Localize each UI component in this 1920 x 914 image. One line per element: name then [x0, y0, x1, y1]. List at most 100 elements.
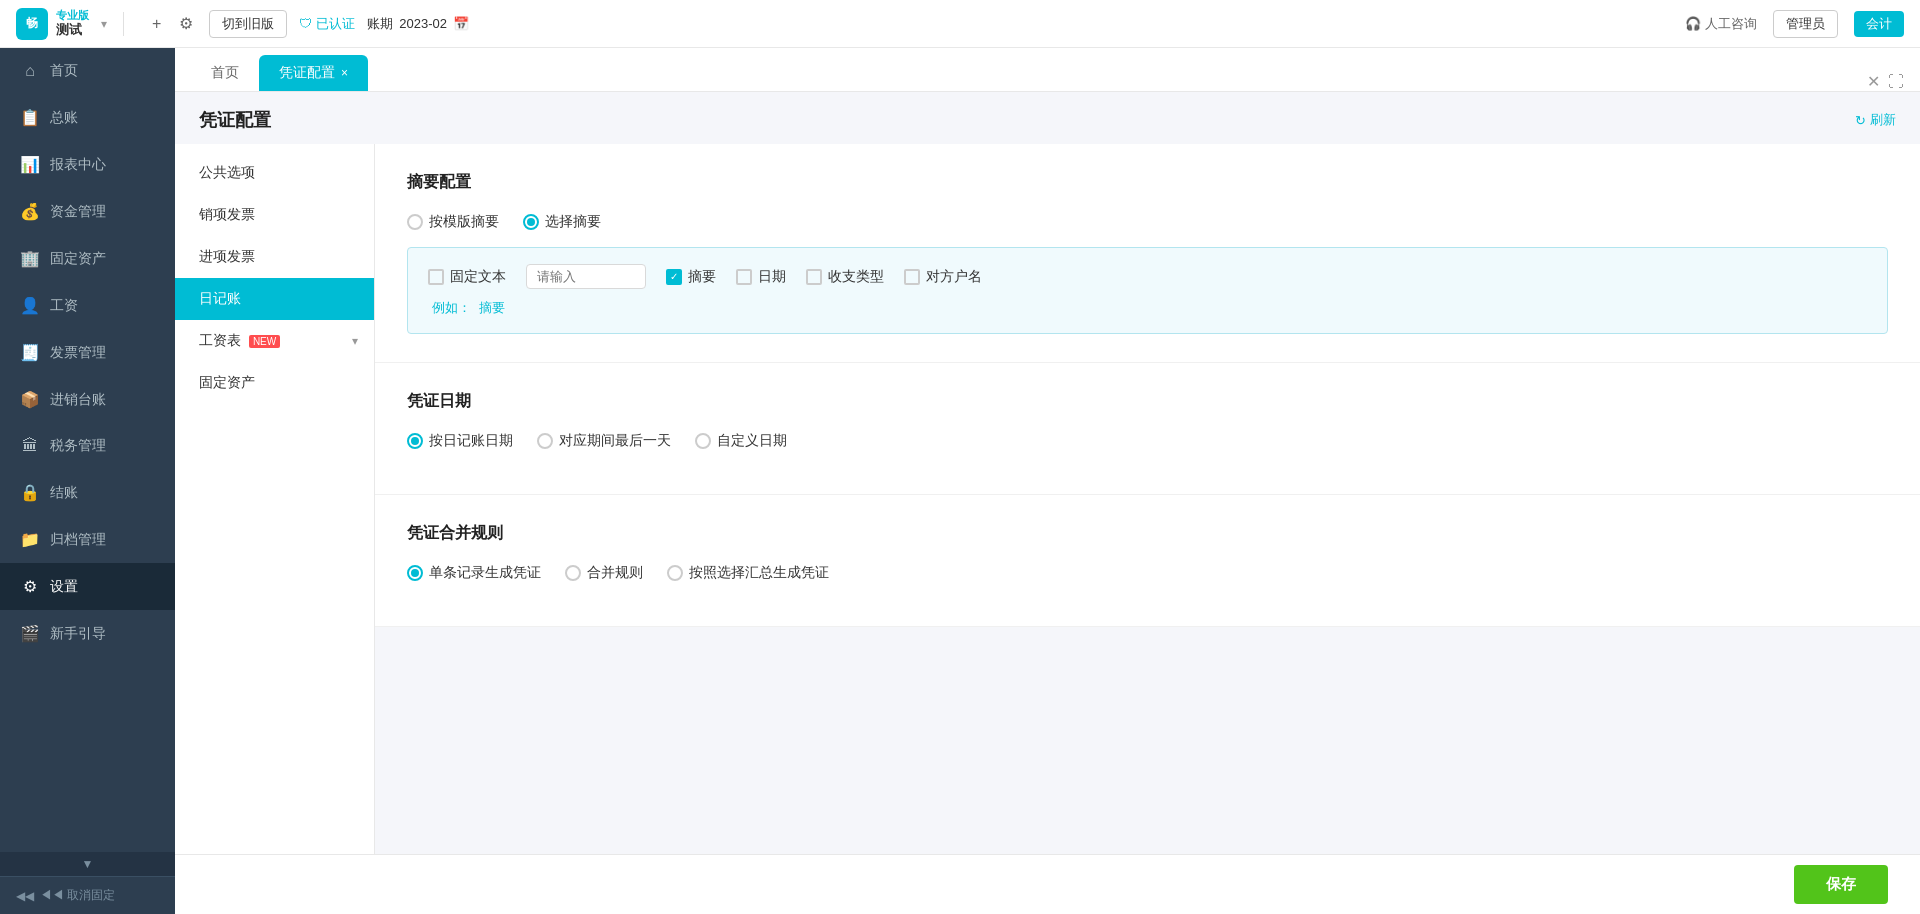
sidebar-item-invoice[interactable]: 🧾 发票管理: [0, 329, 175, 376]
config-nav-sales[interactable]: 销项发票: [175, 194, 374, 236]
merge-radio-group: 单条记录生成凭证 合并规则 按照选择汇总生成凭证: [407, 564, 1888, 582]
tab-close-icon[interactable]: ×: [341, 66, 348, 80]
config-nav-public[interactable]: 公共选项: [175, 152, 374, 194]
radio-template[interactable]: 按模版摘要: [407, 213, 499, 231]
checkbox-fixed-text[interactable]: 固定文本: [428, 268, 506, 286]
checkbox-income-type-box: [806, 269, 822, 285]
checkbox-date[interactable]: 日期: [736, 268, 786, 286]
radio-single[interactable]: 单条记录生成凭证: [407, 564, 541, 582]
sidebar-item-label: 报表中心: [50, 156, 106, 174]
example-text: 例如： 摘要: [428, 299, 1867, 317]
radio-select[interactable]: 选择摘要: [523, 213, 601, 231]
certified-text: 已认证: [316, 15, 355, 33]
sidebar-scroll-down[interactable]: ▼: [0, 852, 175, 876]
tax-icon: 🏛: [20, 437, 40, 455]
refresh-icon: ↻: [1855, 113, 1866, 128]
page-title: 凭证配置: [199, 108, 271, 132]
sidebar-item-label: 固定资产: [50, 250, 106, 268]
consult-button[interactable]: 🎧 人工咨询: [1685, 15, 1757, 33]
sidebar-item-reports[interactable]: 📊 报表中心: [0, 141, 175, 188]
radio-merge-rule-circle: [565, 565, 581, 581]
merge-title: 凭证合并规则: [407, 523, 1888, 544]
save-button[interactable]: 保存: [1794, 865, 1888, 904]
radio-select-merge[interactable]: 按照选择汇总生成凭证: [667, 564, 829, 582]
checkbox-fixed-text-box: [428, 269, 444, 285]
sidebar-item-capital[interactable]: 💰 资金管理: [0, 188, 175, 235]
settings-button[interactable]: ⚙: [175, 10, 197, 37]
tab-home-label: 首页: [211, 64, 239, 82]
switch-old-version-button[interactable]: 切到旧版: [209, 10, 287, 38]
fixed-text-input[interactable]: [526, 264, 646, 289]
config-main: 摘要配置 按模版摘要 选择摘要: [375, 144, 1920, 854]
radio-custom-date[interactable]: 自定义日期: [695, 432, 787, 450]
period-value: 2023-02: [399, 16, 447, 31]
checkbox-counterpart-label: 对方户名: [926, 268, 982, 286]
sidebar-item-assets[interactable]: 🏢 固定资产: [0, 235, 175, 282]
summary-sub-options: 固定文本 摘要 日期: [407, 247, 1888, 334]
config-nav-fixed-assets[interactable]: 固定资产: [175, 362, 374, 404]
topbar-divider1: [123, 12, 124, 36]
add-button[interactable]: +: [148, 11, 165, 37]
page-content: 凭证配置 ↻ 刷新 公共选项 销项发票 进项发票: [175, 92, 1920, 914]
tab-bar-right: ✕ ⛶: [1867, 72, 1904, 91]
config-nav-payroll[interactable]: 工资表 NEW ▾: [175, 320, 374, 362]
summary-title: 摘要配置: [407, 172, 1888, 193]
sidebar: ⌂ 首页 📋 总账 📊 报表中心 💰 资金管理 🏢 固定资产 👤 工资: [0, 48, 175, 914]
sidebar-item-ledger[interactable]: 📋 总账: [0, 94, 175, 141]
new-badge: NEW: [249, 335, 280, 348]
company-chevron[interactable]: ▾: [101, 17, 107, 31]
example-prefix: 例如：: [432, 300, 471, 315]
checkbox-income-type[interactable]: 收支类型: [806, 268, 884, 286]
role-button[interactable]: 会计: [1854, 11, 1904, 37]
radio-template-circle: [407, 214, 423, 230]
radio-select-merge-label: 按照选择汇总生成凭证: [689, 564, 829, 582]
checkbox-fixed-text-label: 固定文本: [450, 268, 506, 286]
sidebar-item-close[interactable]: 🔒 结账: [0, 469, 175, 516]
checkbox-counterpart[interactable]: 对方户名: [904, 268, 982, 286]
calendar-icon[interactable]: 📅: [453, 16, 469, 31]
radio-journal-date-circle: [407, 433, 423, 449]
summary-radio-group: 按模版摘要 选择摘要: [407, 213, 1888, 231]
radio-merge-rule[interactable]: 合并规则: [565, 564, 643, 582]
refresh-text: 刷新: [1870, 111, 1896, 129]
guide-icon: 🎬: [20, 624, 40, 643]
sidebar-item-archive[interactable]: 📁 归档管理: [0, 516, 175, 563]
tab-home[interactable]: 首页: [191, 55, 259, 91]
salary-icon: 👤: [20, 296, 40, 315]
tab-bar: 首页 凭证配置 × ✕ ⛶: [175, 48, 1920, 92]
radio-period-last[interactable]: 对应期间最后一天: [537, 432, 671, 450]
user-button[interactable]: 管理员: [1773, 10, 1838, 38]
config-nav-journal[interactable]: 日记账: [175, 278, 374, 320]
sidebar-item-guide[interactable]: 🎬 新手引导: [0, 610, 175, 657]
sidebar-item-settings[interactable]: ⚙ 设置: [0, 563, 175, 610]
date-radio-group: 按日记账日期 对应期间最后一天 自定义日期: [407, 432, 1888, 450]
sidebar-item-home[interactable]: ⌂ 首页: [0, 48, 175, 94]
radio-select-label: 选择摘要: [545, 213, 601, 231]
refresh-button[interactable]: ↻ 刷新: [1855, 111, 1896, 129]
topbar-right: 🎧 人工咨询 管理员 会计: [1685, 10, 1904, 38]
sidebar-item-tax[interactable]: 🏛 税务管理: [0, 423, 175, 469]
topbar: 畅 专业版 测试 ▾ + ⚙ 切到旧版 🛡 已认证 账期 2023-02 📅 🎧…: [0, 0, 1920, 48]
certified-icon: 🛡: [299, 16, 312, 31]
radio-journal-date-label: 按日记账日期: [429, 432, 513, 450]
sidebar-item-salary[interactable]: 👤 工资: [0, 282, 175, 329]
config-nav-fixed-assets-label: 固定资产: [199, 374, 255, 390]
cancel-fixed-button[interactable]: ◀◀ ◀◀ 取消固定: [0, 876, 175, 914]
config-nav-purchase[interactable]: 进项发票: [175, 236, 374, 278]
radio-template-label: 按模版摘要: [429, 213, 499, 231]
config-nav: 公共选项 销项发票 进项发票 日记账 工资表 NEW ▾: [175, 144, 375, 854]
sidebar-item-label: 总账: [50, 109, 78, 127]
tab-config[interactable]: 凭证配置 ×: [259, 55, 368, 91]
summary-section: 摘要配置 按模版摘要 选择摘要: [375, 144, 1920, 363]
company-info: 畅 专业版 测试: [16, 8, 89, 40]
radio-journal-date[interactable]: 按日记账日期: [407, 432, 513, 450]
period-label: 账期: [367, 15, 393, 33]
tab-close-window-icon[interactable]: ✕: [1867, 72, 1880, 91]
sidebar-item-label: 进销台账: [50, 391, 106, 409]
cancel-fixed-label: ◀◀ 取消固定: [40, 887, 115, 904]
tab-fullscreen-icon[interactable]: ⛶: [1888, 73, 1904, 91]
radio-single-label: 单条记录生成凭证: [429, 564, 541, 582]
sidebar-item-purchase[interactable]: 📦 进销台账: [0, 376, 175, 423]
capital-icon: 💰: [20, 202, 40, 221]
checkbox-summary[interactable]: 摘要: [666, 268, 716, 286]
